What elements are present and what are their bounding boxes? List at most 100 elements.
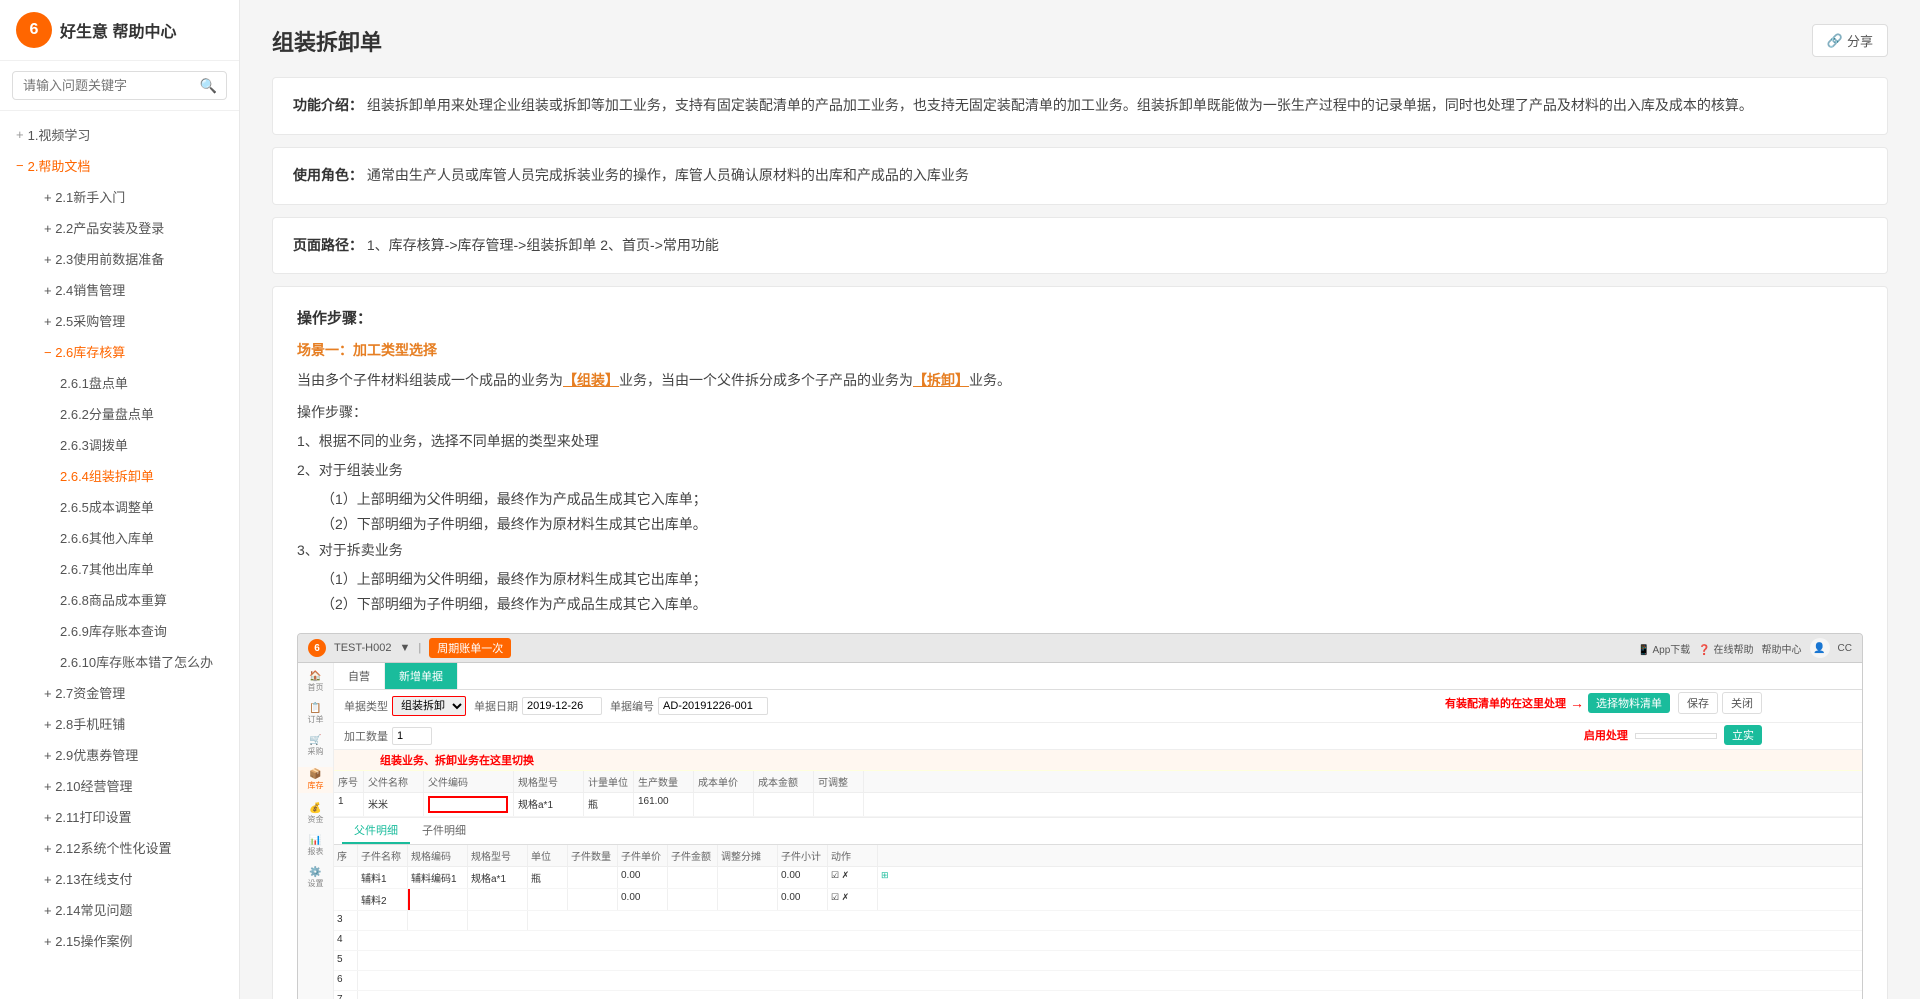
search-input[interactable] [12, 71, 227, 100]
cr2-name: 辅料2 [358, 889, 408, 910]
sidebar-item-2-6-8[interactable]: 2.6.8商品成本重算 [44, 584, 239, 615]
cr1-unit: 瓶 [528, 867, 568, 888]
sidebar-item-2-6-10[interactable]: 2.6.10库存账本错了怎么办 [44, 646, 239, 677]
child-row-5: 5 [334, 951, 1862, 971]
sidebar-item-2-6-6[interactable]: 2.6.6其他入库单 [44, 522, 239, 553]
erp-new-order-btn[interactable]: 周期账单一次 [429, 638, 511, 658]
sidebar-item-2-6-1[interactable]: 2.6.1盘点单 [44, 367, 239, 398]
sidebar-item-2-3[interactable]: + 2.3使用前数据准备 [28, 243, 239, 274]
sidebar-item-2-6-3[interactable]: 2.6.3调拨单 [44, 429, 239, 460]
sidebar-item-2-13[interactable]: + 2.13在线支付 [28, 863, 239, 894]
sidebar-item-label: 1.视频学习 [28, 125, 91, 144]
child-row-3: 3 [334, 911, 1862, 931]
share-button[interactable]: 🔗 分享 [1812, 24, 1888, 57]
sidebar-item-label: 2.帮助文档 [28, 156, 91, 175]
sidebar-item-2-6[interactable]: − 2.6库存核算 [28, 336, 239, 367]
sidebar-item-2-9[interactable]: + 2.9优惠券管理 [28, 739, 239, 770]
cr1-spec: 规格a*1 [468, 867, 528, 888]
erp-qty-label: 加工数量 [344, 728, 388, 744]
share-label: 分享 [1847, 31, 1873, 50]
erp-parent-code-input[interactable] [428, 796, 508, 813]
sidebar-item-2-15[interactable]: + 2.15操作案例 [28, 925, 239, 956]
sidebar-item-2-8[interactable]: + 2.8手机旺铺 [28, 708, 239, 739]
sidebar-item-video[interactable]: + 1.视频学习 [0, 119, 239, 150]
erp-date-input[interactable] [522, 697, 602, 715]
sidebar-item-2-7[interactable]: + 2.7资金管理 [28, 677, 239, 708]
erp-nav-finance[interactable]: 💰资金 [308, 803, 324, 825]
docs-subnav: + 2.1新手入门 + 2.2产品安装及登录 + 2.3使用前数据准备 + 2.… [0, 181, 239, 956]
sidebar-item-2-11[interactable]: + 2.11打印设置 [28, 801, 239, 832]
cell-price [694, 793, 754, 816]
page-header: 组装拆卸单 🔗 分享 [272, 24, 1888, 57]
share-icon: 🔗 [1827, 33, 1843, 49]
erp-child-header: 序 子件名称 规格编码 规格型号 单位 子件数量 子件单价 子件金额 调整分摊 … [334, 845, 1862, 867]
erp-apply-btn[interactable]: 立实 [1724, 725, 1762, 745]
ch-unit: 单位 [528, 845, 568, 866]
sidebar-item-2-14[interactable]: + 2.14常见问题 [28, 894, 239, 925]
erp-nav-purchase[interactable]: 🛒采购 [308, 735, 324, 757]
erp-nav-settings[interactable]: ⚙️设置 [308, 867, 324, 889]
cr2-qty [568, 889, 618, 910]
cr1-code: 辅料编码1 [408, 867, 468, 888]
sidebar-item-2-1[interactable]: + 2.1新手入门 [28, 181, 239, 212]
sidebar-item-2-12[interactable]: + 2.12系统个性化设置 [28, 832, 239, 863]
tab-parent[interactable]: 父件明细 [342, 818, 410, 844]
erp-tab-home[interactable]: 自营 [334, 663, 385, 689]
path-text: 1、库存核算->库存管理->组装拆卸单 2、首页->常用功能 [367, 237, 719, 253]
tab-child[interactable]: 子件明细 [410, 818, 478, 844]
ch-seq: 序 [334, 845, 358, 866]
erp-type-select[interactable]: 组装拆卸 [392, 696, 466, 716]
sidebar-item-2-6-9[interactable]: 2.6.9库存账本查询 [44, 615, 239, 646]
col-action [864, 771, 894, 792]
step-2: 2、对于组装业务 [297, 458, 1863, 483]
ch-spec: 规格型号 [468, 845, 528, 866]
child-row-1: 辅料1 辅料编码1 规格a*1 瓶 0.00 0.00 ☑ ✗ [334, 867, 1862, 889]
ch-subtotal: 子件小计 [778, 845, 828, 866]
sidebar-item-docs[interactable]: − 2.帮助文档 [0, 150, 239, 181]
ch-op [878, 845, 906, 866]
cr1-status: ☑ ✗ [828, 867, 878, 888]
erp-nav-home[interactable]: 🏠首页 [308, 671, 324, 693]
cr1-seq [334, 867, 358, 888]
intro-card: 功能介绍： 组装拆卸单用来处理企业组装或拆卸等加工业务，支持有固定装配清单的产品… [272, 77, 1888, 135]
cr1-op: ⊞ [878, 867, 906, 888]
erp-qty-input[interactable] [392, 727, 432, 745]
cr1-name: 辅料1 [358, 867, 408, 888]
erp-nav-report[interactable]: 📊报表 [308, 835, 324, 857]
ch-amount: 子件金额 [668, 845, 718, 866]
erp-close-btn[interactable]: 关闭 [1722, 692, 1762, 714]
erp-nav-order[interactable]: 📋订单 [308, 703, 324, 725]
erp-save-btn[interactable]: 保存 [1678, 692, 1718, 714]
child-row-2: 辅料2 0.00 0.00 ☑ ✗ [334, 889, 1862, 911]
role-text: 通常由生产人员或库管人员完成拆装业务的操作，库管人员确认原材料的出库和产成品的入… [367, 167, 969, 183]
cr2-amount [668, 889, 718, 910]
sidebar-item-2-10[interactable]: + 2.10经营管理 [28, 770, 239, 801]
role-label: 使用角色： [293, 167, 363, 183]
2-6-subnav: 2.6.1盘点单 2.6.2分量盘点单 2.6.3调拨单 2.6.4组装拆卸单 … [28, 367, 239, 677]
sidebar-item-2-6-7[interactable]: 2.6.7其他出库单 [44, 553, 239, 584]
cr1-share [718, 867, 778, 888]
cr3-code [408, 911, 468, 930]
sidebar-item-2-4[interactable]: + 2.4销售管理 [28, 274, 239, 305]
erp-num-input[interactable] [658, 697, 768, 715]
erp-logo: 6 [308, 639, 326, 657]
scene1-title: 场景一：加工类型选择 [297, 340, 1863, 360]
erp-parent-table: 序号 父件名称 父件编码 规格型号 计量单位 生产数量 成本单价 成本金额 可调… [334, 771, 1862, 818]
cr1-expand-btn[interactable]: ⊞ [881, 870, 889, 881]
cr5-seq: 5 [334, 951, 358, 970]
sidebar-item-2-6-2[interactable]: 2.6.2分量盘点单 [44, 398, 239, 429]
col-adjust: 可调整 [814, 771, 864, 792]
annotation-bom-arrow: → [1570, 695, 1584, 711]
erp-tab-assemble[interactable]: 新增单据 [385, 663, 458, 689]
cr3-name [358, 911, 408, 930]
erp-bom-btn[interactable]: 选择物料清单 [1588, 693, 1670, 713]
sidebar-item-2-2[interactable]: + 2.2产品安装及登录 [28, 212, 239, 243]
sidebar-item-2-5[interactable]: + 2.5采购管理 [28, 305, 239, 336]
sidebar-item-2-6-4[interactable]: 2.6.4组装拆卸单 [44, 460, 239, 491]
sidebar-item-2-6-5[interactable]: 2.6.5成本调整单 [44, 491, 239, 522]
erp-company-id: TEST-H002 [334, 642, 391, 654]
cr2-op [878, 889, 906, 910]
cr2-spec [468, 889, 528, 910]
step-3: 3、对于拆卖业务 [297, 538, 1863, 563]
erp-nav-inventory[interactable]: 📦库存 [298, 767, 333, 793]
